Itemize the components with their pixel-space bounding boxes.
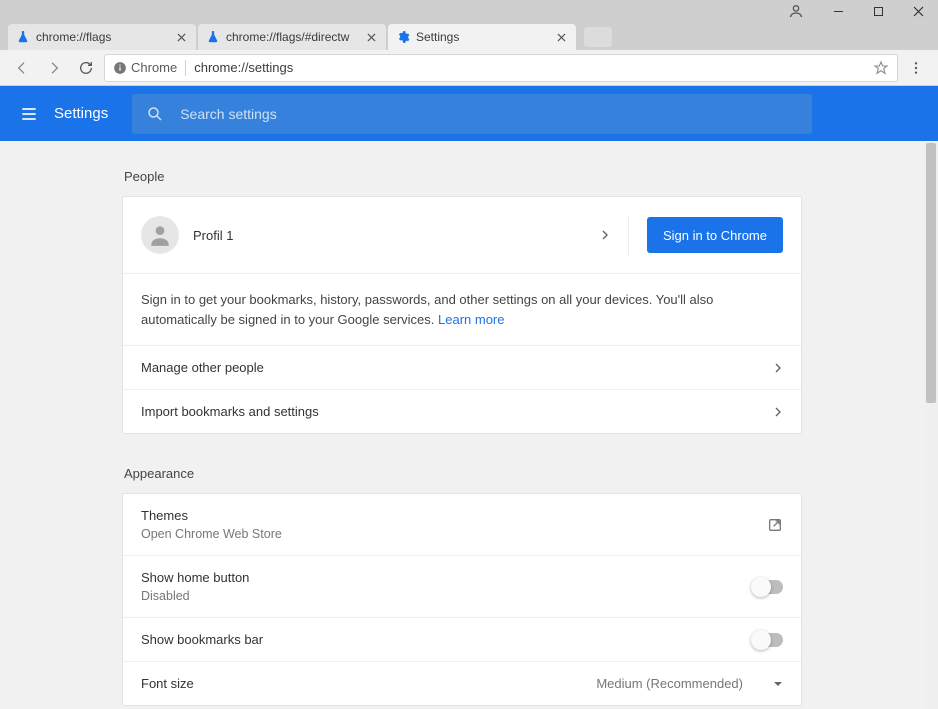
chevron-right-icon <box>773 363 783 373</box>
hamburger-menu-icon[interactable] <box>14 104 44 124</box>
flask-icon <box>206 30 220 44</box>
back-button[interactable] <box>8 54 36 82</box>
profile-row[interactable]: Profil 1 Sign in to Chrome <box>123 197 801 273</box>
search-icon <box>146 105 164 123</box>
avatar-icon <box>141 216 179 254</box>
settings-header: Settings <box>0 86 938 141</box>
address-bar: Chrome chrome://settings <box>0 50 938 86</box>
info-text: Sign in to get your bookmarks, history, … <box>141 292 713 327</box>
row-sub: Open Chrome Web Store <box>141 527 282 541</box>
font-size-select[interactable]: Medium (Recommended) <box>596 676 783 691</box>
chevron-right-icon <box>600 230 610 240</box>
settings-search-box[interactable] <box>132 94 812 134</box>
appearance-card: Themes Open Chrome Web Store Show home b… <box>122 493 802 706</box>
close-window-button[interactable] <box>898 0 938 22</box>
tab-title: Settings <box>416 30 554 44</box>
site-info[interactable]: Chrome <box>113 60 177 75</box>
minimize-button[interactable] <box>818 0 858 22</box>
tab-flags-2[interactable]: chrome://flags/#directw <box>198 24 386 50</box>
settings-search-input[interactable] <box>178 105 798 123</box>
omnibox[interactable]: Chrome chrome://settings <box>104 54 898 82</box>
open-external-icon <box>767 517 783 533</box>
chevron-right-icon <box>773 407 783 417</box>
reload-button[interactable] <box>72 54 100 82</box>
row-label: Themes <box>141 508 282 523</box>
row-label: Import bookmarks and settings <box>141 404 319 419</box>
omnibox-url: chrome://settings <box>194 60 293 75</box>
close-tab-icon[interactable] <box>364 30 378 44</box>
window-titlebar <box>0 0 938 22</box>
bookmarks-bar-toggle[interactable] <box>753 633 783 647</box>
forward-button[interactable] <box>40 54 68 82</box>
profile-icon[interactable] <box>788 3 804 19</box>
row-label: Manage other people <box>141 360 264 375</box>
import-bookmarks-row[interactable]: Import bookmarks and settings <box>123 389 801 433</box>
tab-title: chrome://flags <box>36 30 174 44</box>
settings-content: People Profil 1 Sign in to Chrome Sign i… <box>0 141 924 709</box>
section-label-people: People <box>122 169 802 184</box>
row-label: Show bookmarks bar <box>141 632 263 647</box>
bookmark-star-icon[interactable] <box>873 60 889 76</box>
new-tab-button[interactable] <box>584 27 612 47</box>
divider <box>628 215 629 255</box>
omnibox-divider <box>185 60 186 76</box>
security-label: Chrome <box>131 60 177 75</box>
themes-row[interactable]: Themes Open Chrome Web Store <box>123 494 801 555</box>
select-value: Medium (Recommended) <box>596 676 743 691</box>
scrollbar-thumb[interactable] <box>926 143 936 403</box>
home-button-toggle[interactable] <box>753 580 783 594</box>
row-label: Show home button <box>141 570 249 585</box>
tab-flags-1[interactable]: chrome://flags <box>8 24 196 50</box>
settings-title: Settings <box>54 105 108 122</box>
close-tab-icon[interactable] <box>554 30 568 44</box>
home-button-row: Show home button Disabled <box>123 555 801 617</box>
chrome-menu-button[interactable] <box>902 54 930 82</box>
people-card: Profil 1 Sign in to Chrome Sign in to ge… <box>122 196 802 434</box>
tab-strip: chrome://flags chrome://flags/#directw S… <box>0 22 938 50</box>
sign-in-info: Sign in to get your bookmarks, history, … <box>123 273 801 345</box>
learn-more-link[interactable]: Learn more <box>438 312 504 327</box>
close-tab-icon[interactable] <box>174 30 188 44</box>
font-size-row: Font size Medium (Recommended) <box>123 661 801 705</box>
manage-people-row[interactable]: Manage other people <box>123 345 801 389</box>
row-sub: Disabled <box>141 589 249 603</box>
tab-settings[interactable]: Settings <box>388 24 576 50</box>
vertical-scrollbar[interactable] <box>924 141 938 709</box>
row-label: Font size <box>141 676 194 691</box>
tab-title: chrome://flags/#directw <box>226 30 364 44</box>
caret-down-icon <box>773 679 783 689</box>
sign-in-button[interactable]: Sign in to Chrome <box>647 217 783 253</box>
flask-icon <box>16 30 30 44</box>
maximize-button[interactable] <box>858 0 898 22</box>
bookmarks-bar-row: Show bookmarks bar <box>123 617 801 661</box>
gear-icon <box>396 30 410 44</box>
section-label-appearance: Appearance <box>122 466 802 481</box>
profile-name: Profil 1 <box>193 228 233 243</box>
